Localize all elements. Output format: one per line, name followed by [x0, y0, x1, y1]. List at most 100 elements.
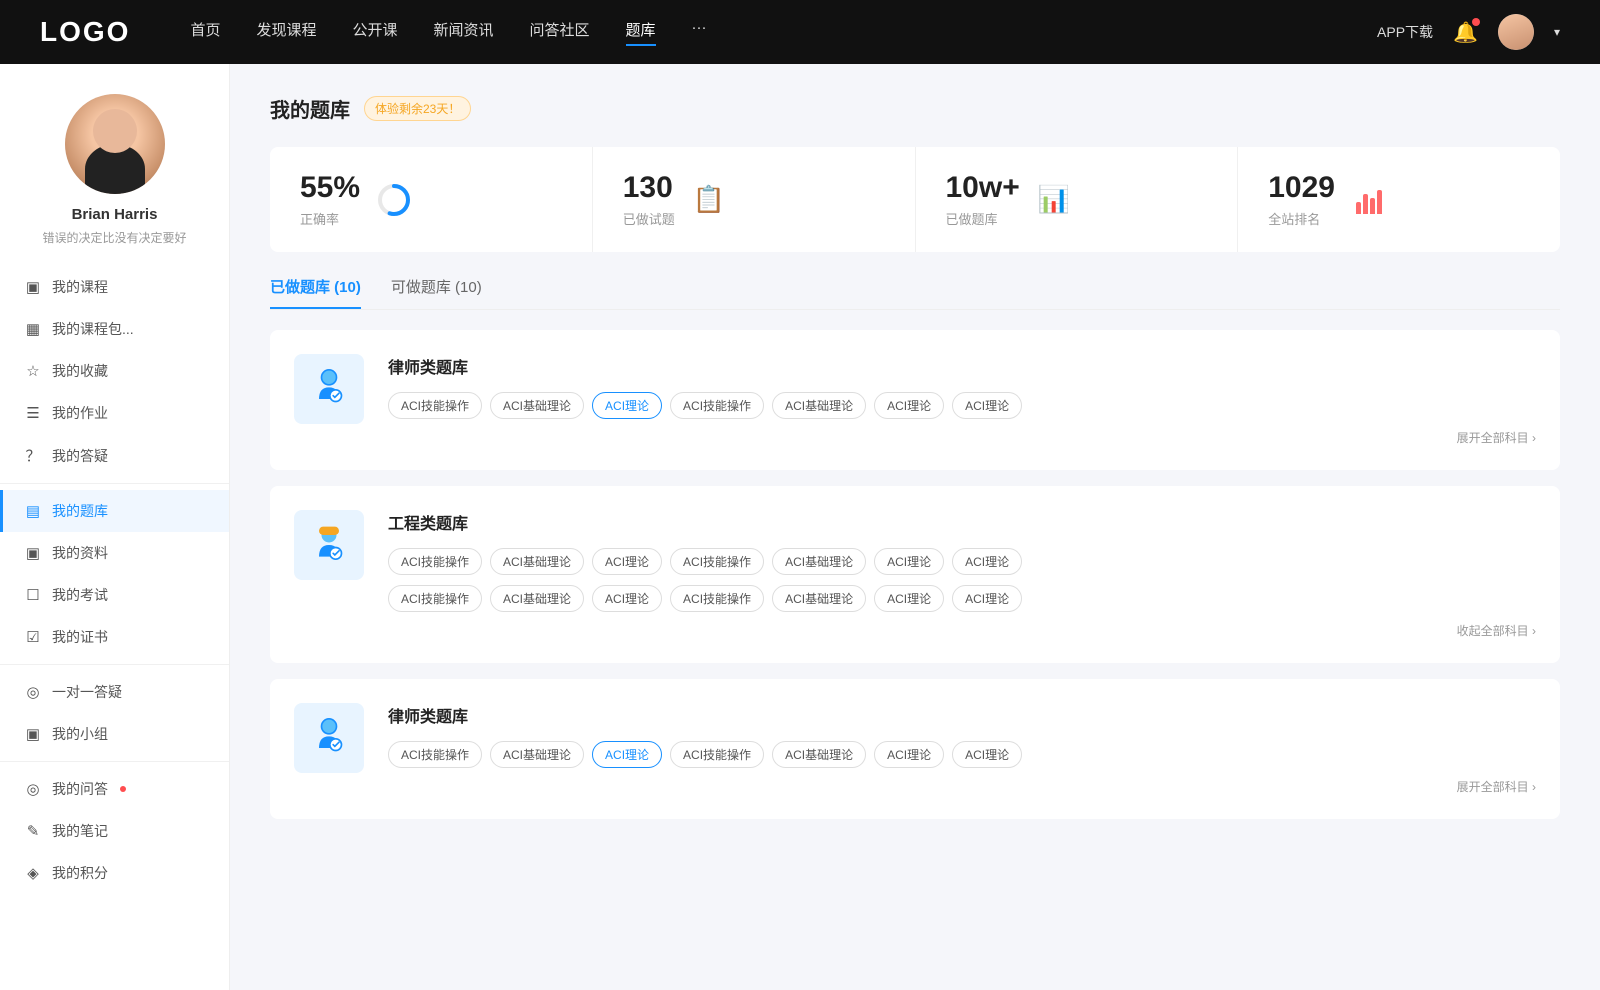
qbank-icon-1 — [294, 510, 364, 580]
stat-item-1: 130 已做试题 📋 — [593, 147, 916, 252]
table-orange-icon: 📊 — [1038, 184, 1070, 215]
tag-1-4[interactable]: ACI基础理论 — [772, 548, 866, 575]
menu-item-2[interactable]: ☆ 我的收藏 — [0, 350, 229, 392]
qbanks-container: 律师类题库 ACI技能操作ACI基础理论ACI理论ACI技能操作ACI基础理论A… — [270, 330, 1560, 819]
tag-0-5[interactable]: ACI理论 — [874, 392, 944, 419]
tag-2-3[interactable]: ACI技能操作 — [670, 741, 764, 768]
tag-0-1[interactable]: ACI基础理论 — [490, 392, 584, 419]
stat-text-2: 10w+ 已做题库 — [946, 171, 1020, 228]
donut-icon — [376, 182, 412, 218]
menu-item-5[interactable]: ▤ 我的题库 — [0, 490, 229, 532]
avatar-image — [65, 94, 165, 194]
tag-2-6[interactable]: ACI理论 — [952, 741, 1022, 768]
tag2-1-1[interactable]: ACI基础理论 — [490, 585, 584, 612]
nav-link-新闻资讯[interactable]: 新闻资讯 — [434, 19, 494, 46]
nav-link-问答社区[interactable]: 问答社区 — [530, 19, 590, 46]
stat-text-3: 1029 全站排名 — [1268, 171, 1335, 228]
expand-link-2[interactable]: 展开全部科目 › — [388, 778, 1536, 795]
tag2-1-3[interactable]: ACI技能操作 — [670, 585, 764, 612]
menu-label-2: 我的收藏 — [52, 361, 108, 381]
tags-row-1: ACI技能操作 ACI基础理论 ACI理论 ACI技能操作 ACI基础理论 ACI理论 AC… — [388, 548, 1536, 575]
stat-item-3: 1029 全站排名 — [1238, 147, 1560, 252]
nav-link-题库[interactable]: 题库 — [626, 19, 656, 46]
qbank-card-1: 工程类题库 ACI技能操作ACI基础理论ACI理论ACI技能操作ACI基础理论A… — [270, 486, 1560, 663]
menu-label-12: 我的笔记 — [52, 821, 108, 841]
menu-item-7[interactable]: ☐ 我的考试 — [0, 574, 229, 616]
qbank-body-0: 律师类题库 ACI技能操作 ACI基础理论 ACI理论 ACI技能操作 ACI基础理论 A… — [388, 354, 1536, 446]
tag-1-0[interactable]: ACI技能操作 — [388, 548, 482, 575]
tag-1-3[interactable]: ACI技能操作 — [670, 548, 764, 575]
notification-bell[interactable]: 🔔 — [1453, 20, 1478, 45]
menu-label-7: 我的考试 — [52, 585, 108, 605]
avatar[interactable] — [1498, 14, 1534, 50]
stat-icon-3 — [1351, 182, 1387, 218]
nav-link-发现课程[interactable]: 发现课程 — [256, 19, 316, 46]
tag-2-0[interactable]: ACI技能操作 — [388, 741, 482, 768]
tag2-1-0[interactable]: ACI技能操作 — [388, 585, 482, 612]
tag-1-6[interactable]: ACI理论 — [952, 548, 1022, 575]
menu-icon-5: ▤ — [24, 502, 42, 520]
tag-2-1[interactable]: ACI基础理论 — [490, 741, 584, 768]
notification-dot — [1472, 18, 1480, 26]
menu-label-4: 我的答疑 — [52, 446, 108, 466]
profile-avatar — [65, 94, 165, 194]
menu-item-3[interactable]: ☰ 我的作业 — [0, 392, 229, 434]
table-green-icon: 📋 — [693, 184, 725, 215]
logo: LOGO — [40, 16, 130, 48]
tag-1-5[interactable]: ACI理论 — [874, 548, 944, 575]
tag-2-2[interactable]: ACI理论 — [592, 741, 662, 768]
qbank-body-2: 律师类题库 ACI技能操作ACI基础理论ACI理论ACI技能操作ACI基础理论A… — [388, 703, 1536, 795]
menu-label-0: 我的课程 — [52, 277, 108, 297]
tag-0-6[interactable]: ACI理论 — [952, 392, 1022, 419]
qbank-title-1: 工程类题库 — [388, 510, 1536, 534]
tag2-1-4[interactable]: ACI基础理论 — [772, 585, 866, 612]
tag-2-5[interactable]: ACI理论 — [874, 741, 944, 768]
page-header: 我的题库 体验剩余23天！ — [270, 94, 1560, 123]
stat-text-0: 55% 正确率 — [300, 171, 360, 228]
qbank-icon-0 — [294, 354, 364, 424]
tag-0-3[interactable]: ACI技能操作 — [670, 392, 764, 419]
menu-item-13[interactable]: ◈ 我的积分 — [0, 852, 229, 894]
expand-link-0[interactable]: 展开全部科目 › — [388, 429, 1536, 446]
app-download-button[interactable]: APP下载 — [1377, 22, 1433, 42]
menu-label-5: 我的题库 — [52, 501, 108, 521]
stat-value-1: 130 — [623, 171, 675, 205]
menu-item-4[interactable]: ？ 我的答疑 — [0, 434, 229, 477]
tag-1-2[interactable]: ACI理论 — [592, 548, 662, 575]
sidebar-profile: Brian Harris 错误的决定比没有决定要好 — [0, 94, 229, 266]
stat-item-0: 55% 正确率 — [270, 147, 593, 252]
nav-link-首页[interactable]: 首页 — [190, 19, 220, 46]
qbank-title-0: 律师类题库 — [388, 354, 1536, 378]
expand-link-1[interactable]: 收起全部科目 › — [388, 622, 1536, 639]
stat-text-1: 130 已做试题 — [623, 171, 675, 228]
navbar: LOGO 首页 发现课程 公开课 新闻资讯 问答社区 题库 ··· APP下载 🔔 ▾ — [0, 0, 1600, 64]
sidebar-menu: ▣ 我的课程 ▦ 我的课程包... ☆ 我的收藏 ☰ 我的作业 ？ 我的答疑 ▤… — [0, 266, 229, 894]
menu-icon-0: ▣ — [24, 278, 42, 296]
tags-row2-1: ACI技能操作 ACI基础理论 ACI理论 ACI技能操作 ACI基础理论 ACI理论 AC… — [388, 585, 1536, 612]
menu-item-9[interactable]: ◎ 一对一答疑 — [0, 671, 229, 713]
tag-0-4[interactable]: ACI基础理论 — [772, 392, 866, 419]
menu-item-11[interactable]: ◎ 我的问答 — [0, 768, 229, 810]
qbank-icon-2 — [294, 703, 364, 773]
menu-item-6[interactable]: ▣ 我的资料 — [0, 532, 229, 574]
menu-item-12[interactable]: ✎ 我的笔记 — [0, 810, 229, 852]
tag-0-2[interactable]: ACI理论 — [592, 392, 662, 419]
stat-value-0: 55% — [300, 171, 360, 205]
menu-item-8[interactable]: ☑ 我的证书 — [0, 616, 229, 658]
user-menu-chevron[interactable]: ▾ — [1554, 25, 1560, 39]
trial-badge: 体验剩余23天！ — [364, 96, 471, 121]
menu-item-10[interactable]: ▣ 我的小组 — [0, 713, 229, 755]
tab-item-1[interactable]: 可做题库 (10) — [391, 276, 482, 309]
nav-link-···[interactable]: ··· — [692, 19, 707, 46]
tag-0-0[interactable]: ACI技能操作 — [388, 392, 482, 419]
menu-label-13: 我的积分 — [52, 863, 108, 883]
tag2-1-2[interactable]: ACI理论 — [592, 585, 662, 612]
tag-2-4[interactable]: ACI基础理论 — [772, 741, 866, 768]
tag2-1-5[interactable]: ACI理论 — [874, 585, 944, 612]
menu-item-0[interactable]: ▣ 我的课程 — [0, 266, 229, 308]
tag2-1-6[interactable]: ACI理论 — [952, 585, 1022, 612]
nav-link-公开课[interactable]: 公开课 — [352, 19, 397, 46]
menu-item-1[interactable]: ▦ 我的课程包... — [0, 308, 229, 350]
tag-1-1[interactable]: ACI基础理论 — [490, 548, 584, 575]
tab-item-0[interactable]: 已做题库 (10) — [270, 276, 361, 309]
